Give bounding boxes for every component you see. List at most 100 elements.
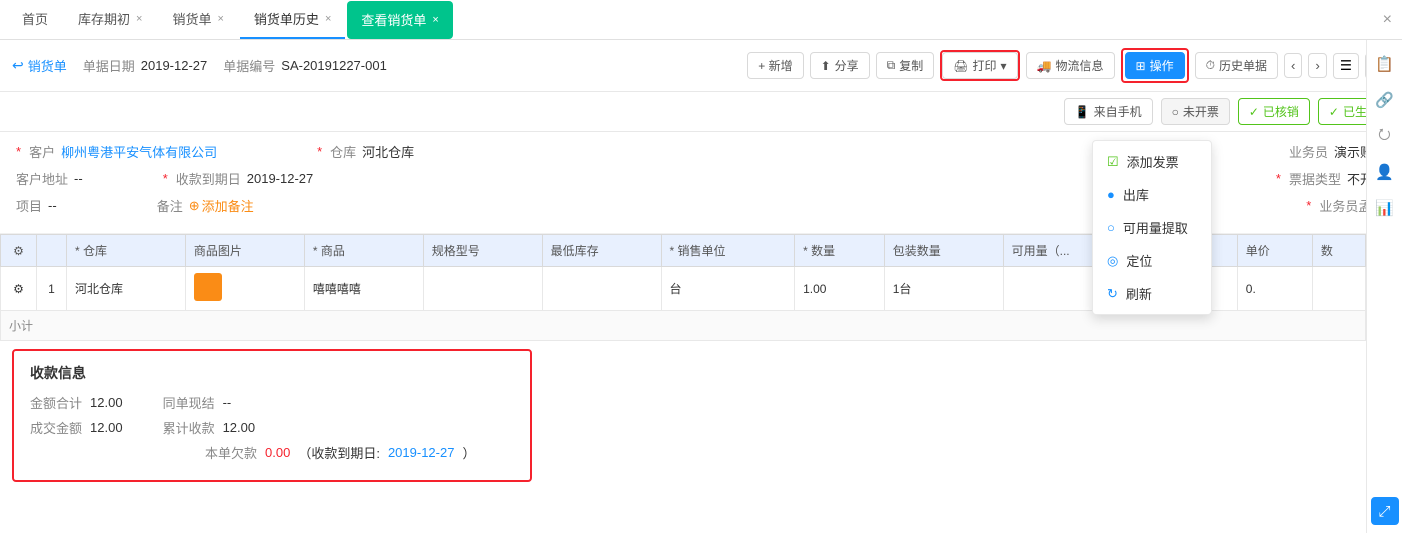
not-opened-button[interactable]: ○ 未开票 <box>1161 98 1230 125</box>
history-button[interactable]: ⏱ 历史单据 <box>1195 52 1278 79</box>
list-view-button[interactable]: ☰ <box>1333 53 1359 79</box>
locate-label: 定位 <box>1126 251 1152 270</box>
tab-view-sales-close[interactable]: × <box>432 14 438 26</box>
available-qty-item[interactable]: ○ 可用量提取 <box>1093 211 1211 244</box>
operation-button[interactable]: ⊞ 操作 <box>1125 52 1185 79</box>
doc-date-label: 单据日期 <box>83 56 135 75</box>
row-num: 1 <box>37 267 67 311</box>
amount-total-field: 金额合计 12.00 <box>30 393 123 412</box>
share-button[interactable]: ⬆ 分享 <box>810 52 870 79</box>
tab-sales-order[interactable]: 销货单 × <box>158 1 237 39</box>
amount-total-label: 金额合计 <box>30 393 82 412</box>
row-spec <box>423 267 542 311</box>
next-button[interactable]: › <box>1308 53 1326 78</box>
already-cancelled-button[interactable]: ✓ 已核销 <box>1238 98 1310 125</box>
arrears-note-close: ） <box>462 443 475 462</box>
customer-field: * 客户 柳州粤港平安气体有限公司 <box>16 142 217 161</box>
customer-label: 客户 <box>29 142 55 161</box>
note-field: 备注 ⊕ 添加备注 <box>157 196 254 215</box>
doc-badge-label: 销货单 <box>28 56 67 75</box>
doc-number-field: 单据编号 SA-20191227-001 <box>223 56 387 75</box>
project-field: 项目 -- <box>16 196 57 215</box>
amount-total-value: 12.00 <box>90 395 123 410</box>
sidebar-icon-1[interactable]: 📋 <box>1371 50 1399 78</box>
warehouse-field: * 仓库 河北仓库 <box>317 142 414 161</box>
history-button-label: 历史单据 <box>1219 57 1267 74</box>
salesperson-label: 业务员 <box>1289 142 1328 161</box>
add-invoice-item[interactable]: ☑ 添加发票 <box>1093 145 1211 178</box>
same-order-settlement-field: 同单现结 -- <box>163 393 232 412</box>
col-amount: 数 <box>1312 235 1365 267</box>
transaction-amount-label: 成交金额 <box>30 418 82 437</box>
col-sales-unit: * 销售单位 <box>661 235 795 267</box>
phone-icon: 📱 <box>1075 105 1090 119</box>
tab-sales-order-close[interactable]: × <box>217 13 223 25</box>
payment-info-panel: 收款信息 金额合计 12.00 同单现结 -- 成交金额 12.00 累计收款 <box>12 349 532 482</box>
add-note-button[interactable]: ⊕ 添加备注 <box>189 196 254 215</box>
share-icon: ⬆ <box>821 59 831 73</box>
copy-button[interactable]: ⧉ 复制 <box>876 52 935 79</box>
sidebar-icon-2[interactable]: 🔗 <box>1371 86 1399 114</box>
tab-inventory-init-label: 库存期初 <box>78 9 130 28</box>
tab-sales-history-label: 销货单历史 <box>254 9 319 28</box>
locate-item[interactable]: ◎ 定位 <box>1093 244 1211 277</box>
project-value: -- <box>48 198 57 213</box>
row-image <box>185 267 304 311</box>
sidebar-icon-expand[interactable]: ⤢ <box>1371 497 1399 525</box>
outbound-label: 出库 <box>1123 185 1149 204</box>
tab-inventory-init[interactable]: 库存期初 × <box>64 1 156 39</box>
copy-icon: ⧉ <box>887 58 896 73</box>
doc-number-label: 单据编号 <box>223 56 275 75</box>
right-sidebar: 📋 🔗 ⭮ 👤 📊 ⤢ <box>1366 40 1402 533</box>
subtotal-row: 小计 <box>1 311 1366 341</box>
salesperson2-required: * <box>1306 198 1311 213</box>
col-unit-price: 单价 <box>1237 235 1312 267</box>
print-dropdown-icon: ▾ <box>1001 59 1007 73</box>
col-warehouse: * 仓库 <box>67 235 186 267</box>
add-note-label: 添加备注 <box>202 196 254 215</box>
outbound-item[interactable]: ● 出库 <box>1093 178 1211 211</box>
logistics-button[interactable]: 🚚 物流信息 <box>1026 52 1115 79</box>
customer-address-label: 客户地址 <box>16 169 68 188</box>
col-package-qty: 包装数量 <box>884 235 1003 267</box>
check-icon: ✓ <box>1249 105 1259 119</box>
tab-home[interactable]: 首页 <box>8 1 62 39</box>
row-settings[interactable]: ⚙ <box>1 267 37 311</box>
note-label: 备注 <box>157 196 183 215</box>
sidebar-icon-5[interactable]: 📊 <box>1371 194 1399 222</box>
add-button-label: + 新增 <box>758 57 792 74</box>
refresh-item[interactable]: ↻ 刷新 <box>1093 277 1211 310</box>
ticket-type-label: 票据类型 <box>1289 169 1341 188</box>
print-button[interactable]: 🖨 打印 ▾ <box>942 52 1017 79</box>
tab-view-sales[interactable]: 查看销货单 × <box>347 1 452 39</box>
doc-date-value: 2019-12-27 <box>141 58 208 73</box>
tab-sales-history-close[interactable]: × <box>325 13 331 25</box>
logistics-icon: 🚚 <box>1037 59 1052 73</box>
warehouse-required: * <box>317 144 322 159</box>
outbound-icon: ● <box>1107 187 1115 202</box>
add-button[interactable]: + 新增 <box>747 52 803 79</box>
window-close-button[interactable]: × <box>1383 11 1392 29</box>
sidebar-icon-4[interactable]: 👤 <box>1371 158 1399 186</box>
payment-row-3: 本单欠款 0.00 （收款到期日: 2019-12-27 ） <box>30 443 514 462</box>
tab-inventory-init-close[interactable]: × <box>136 13 142 25</box>
tab-sales-history[interactable]: 销货单历史 × <box>240 1 345 39</box>
from-phone-label: 来自手机 <box>1094 103 1142 120</box>
print-icon: 🖨 <box>953 59 968 73</box>
payment-info-title: 收款信息 <box>30 363 514 383</box>
operation-dropdown: ☑ 添加发票 ● 出库 ○ 可用量提取 ◎ 定位 ↻ 刷新 <box>1092 140 1212 315</box>
ticket-type-required: * <box>1276 171 1281 186</box>
prev-button[interactable]: ‹ <box>1284 53 1302 78</box>
toolbar: ↩ 销货单 单据日期 2019-12-27 单据编号 SA-20191227-0… <box>0 40 1402 92</box>
share-button-label: 分享 <box>835 57 859 74</box>
from-phone-button[interactable]: 📱 来自手机 <box>1064 98 1153 125</box>
already-cancelled-label: 已核销 <box>1263 103 1299 120</box>
customer-required: * <box>16 144 21 159</box>
sidebar-icon-3[interactable]: ⭮ <box>1371 122 1399 150</box>
check2-icon: ✓ <box>1329 105 1339 119</box>
row-sales-unit: 台 <box>661 267 795 311</box>
cumulative-receipt-value: 12.00 <box>223 420 256 435</box>
payment-date-value: 2019-12-27 <box>247 171 314 186</box>
col-num <box>37 235 67 267</box>
customer-value[interactable]: 柳州粤港平安气体有限公司 <box>61 142 217 161</box>
